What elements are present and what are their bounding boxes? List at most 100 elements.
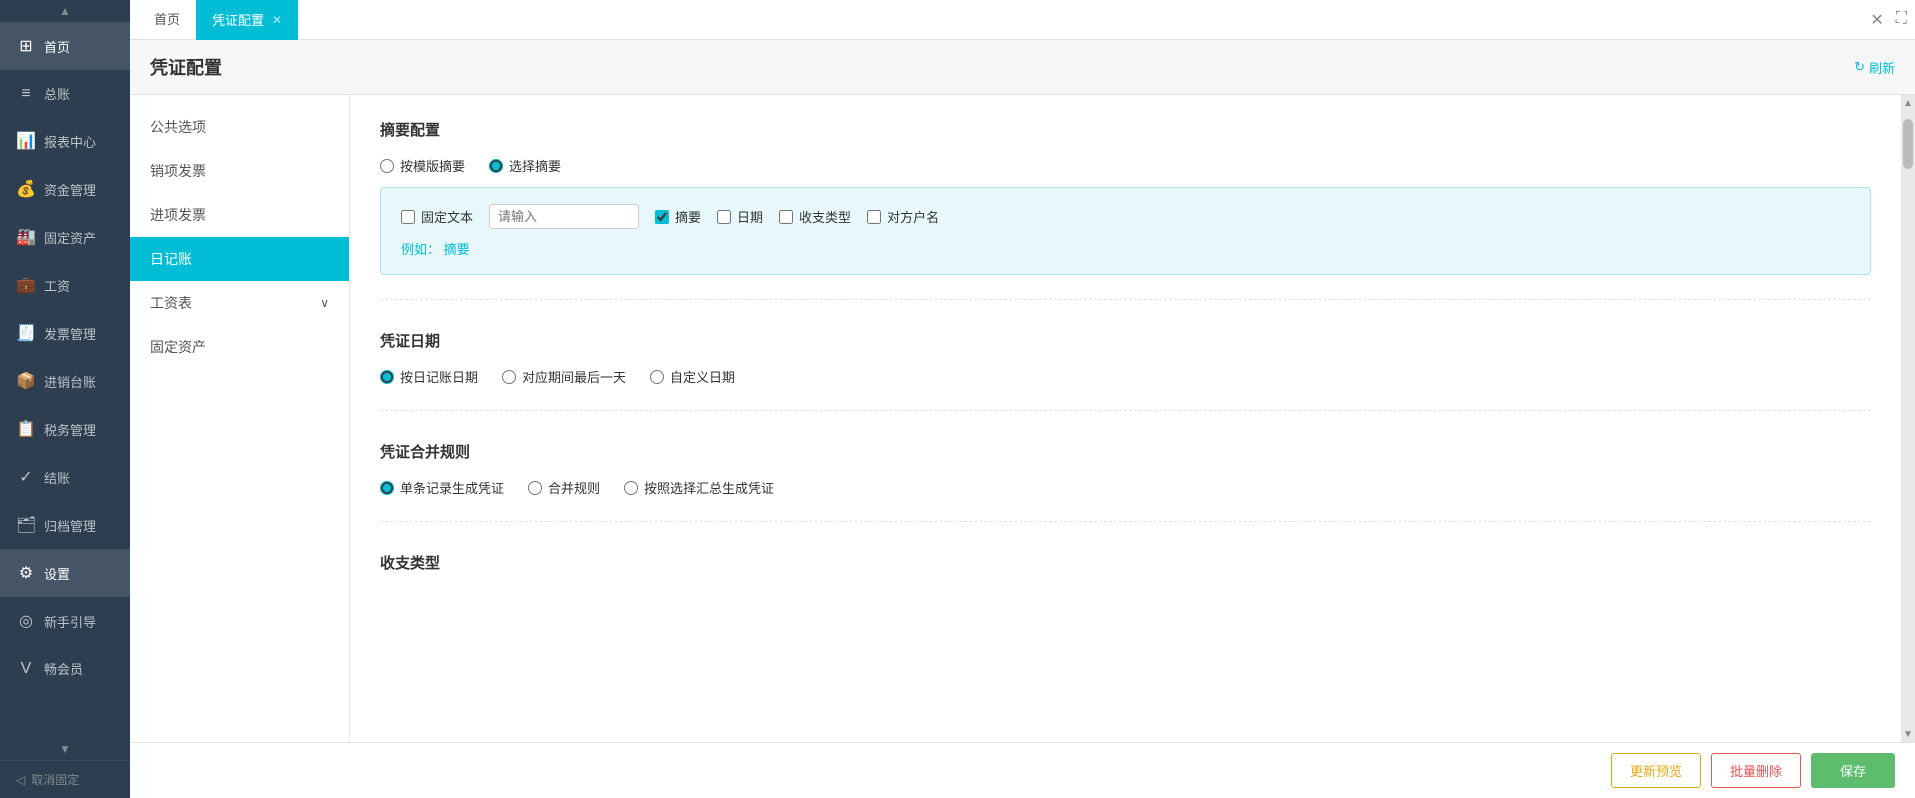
radio-custom-date[interactable]: 自定义日期 <box>650 367 735 386</box>
section-voucher-date-title: 凭证日期 <box>380 330 1871 351</box>
tab-close-icon[interactable]: ✕ <box>272 13 282 27</box>
radio-merge-rule-label: 合并规则 <box>548 478 600 497</box>
sidebar-scroll-up[interactable]: ▲ <box>0 0 130 22</box>
sidebar-item-label: 税务管理 <box>44 420 96 439</box>
outer-scrollbar[interactable]: ▲ ▼ <box>1901 95 1915 742</box>
radio-select-summary[interactable]: 选择摘要 <box>489 156 561 175</box>
reports-icon: 📊 <box>16 131 36 151</box>
radio-last-day[interactable]: 对应期间最后一天 <box>502 367 626 386</box>
tab-home-label: 首页 <box>154 9 180 28</box>
radio-custom-date-input[interactable] <box>650 370 664 384</box>
sidebar-item-archive[interactable]: 🗂 归档管理 <box>0 501 130 549</box>
sidebar-item-label: 归档管理 <box>44 516 96 535</box>
radio-merge-rule-input[interactable] <box>528 481 542 495</box>
sidebar-scroll-down[interactable]: ▼ <box>0 738 130 760</box>
radio-by-journal-date-label: 按日记账日期 <box>400 367 478 386</box>
sidebar-item-funds[interactable]: 💰 资金管理 <box>0 165 130 213</box>
scroll-up-btn[interactable]: ▲ <box>1901 95 1915 111</box>
unpin-icon: ◁ <box>16 773 25 787</box>
left-nav-sales-label: 销项发票 <box>150 161 206 181</box>
radio-select-input[interactable] <box>489 159 503 173</box>
left-nav-purchase-invoice[interactable]: 进项发票 <box>130 193 349 237</box>
settings-icon: ⚙ <box>16 563 36 583</box>
radio-template-label: 按模版摘要 <box>400 156 465 175</box>
scroll-down-btn[interactable]: ▼ <box>1901 726 1915 742</box>
checkbox-fixed-text-input[interactable] <box>401 210 415 224</box>
bottom-bar: 更新预览 批量删除 保存 <box>130 742 1915 798</box>
checkbox-counterpart-input[interactable] <box>867 210 881 224</box>
settle-icon: ✓ <box>16 467 36 487</box>
sidebar-item-purchase[interactable]: 📦 进销台账 <box>0 357 130 405</box>
radio-merge-rule[interactable]: 合并规则 <box>528 478 600 497</box>
save-button[interactable]: 保存 <box>1811 753 1895 788</box>
checkbox-income-type[interactable]: 收支类型 <box>779 207 851 226</box>
checkbox-income-type-input[interactable] <box>779 210 793 224</box>
right-content: 摘要配置 按模版摘要 选择摘要 <box>350 95 1901 742</box>
left-nav: 公共选项 销项发票 进项发票 日记账 工资表 ∨ 固定资产 <box>130 95 350 742</box>
tab-voucher-config-label: 凭证配置 <box>212 10 264 29</box>
ledger-icon: ≡ <box>16 85 36 103</box>
sidebar-item-settle[interactable]: ✓ 结账 <box>0 453 130 501</box>
left-nav-fixed-assets[interactable]: 固定资产 <box>130 325 349 369</box>
update-preview-button[interactable]: 更新预览 <box>1611 753 1701 788</box>
assets-icon: 🏭 <box>16 227 36 247</box>
sidebar-item-settings[interactable]: ⚙ 设置 <box>0 549 130 597</box>
invoice-icon: 🧾 <box>16 323 36 343</box>
tab-voucher-config[interactable]: 凭证配置 ✕ <box>196 0 298 40</box>
left-nav-journal-label: 日记账 <box>150 249 192 269</box>
section-income-type: 收支类型 <box>380 552 1871 613</box>
checkbox-date-input[interactable] <box>717 210 731 224</box>
tax-icon: 📋 <box>16 419 36 439</box>
example-text: 例如： 摘要 <box>401 239 1850 258</box>
tab-home[interactable]: 首页 <box>138 0 196 40</box>
tab-right-icons: ✕ ⛶ <box>1870 10 1907 30</box>
sidebar-item-ledger[interactable]: ≡ 总账 <box>0 70 130 117</box>
sidebar-item-guide[interactable]: ◎ 新手引导 <box>0 597 130 645</box>
radio-select-label: 选择摘要 <box>509 156 561 175</box>
sidebar-item-label: 设置 <box>44 564 70 583</box>
checkbox-date[interactable]: 日期 <box>717 207 763 226</box>
window-close-icon[interactable]: ✕ <box>1870 10 1883 30</box>
refresh-label: 刷新 <box>1869 58 1895 77</box>
checkbox-fixed-text-label: 固定文本 <box>421 207 473 226</box>
sidebar-item-assets[interactable]: 🏭 固定资产 <box>0 213 130 261</box>
checkbox-fixed-text[interactable]: 固定文本 <box>401 207 473 226</box>
left-nav-journal[interactable]: 日记账 <box>130 237 349 281</box>
radio-last-day-input[interactable] <box>502 370 516 384</box>
sidebar-item-invoice[interactable]: 🧾 发票管理 <box>0 309 130 357</box>
sidebar-item-label: 结账 <box>44 468 70 487</box>
checkbox-counterpart[interactable]: 对方户名 <box>867 207 939 226</box>
radio-single[interactable]: 单条记录生成凭证 <box>380 478 504 497</box>
sidebar-item-label: 资金管理 <box>44 180 96 199</box>
batch-delete-button[interactable]: 批量删除 <box>1711 753 1801 788</box>
section-summary-title: 摘要配置 <box>380 119 1871 140</box>
radio-by-journal-date-input[interactable] <box>380 370 394 384</box>
left-nav-common[interactable]: 公共选项 <box>130 105 349 149</box>
sidebar-item-tax[interactable]: 📋 税务管理 <box>0 405 130 453</box>
salary-icon: 💼 <box>16 275 36 295</box>
funds-icon: 💰 <box>16 179 36 199</box>
radio-template-input[interactable] <box>380 159 394 173</box>
radio-template-summary[interactable]: 按模版摘要 <box>380 156 465 175</box>
checkbox-summary[interactable]: 摘要 <box>655 207 701 226</box>
checkbox-summary-input[interactable] <box>655 210 669 224</box>
left-nav-payroll[interactable]: 工资表 ∨ <box>130 281 349 325</box>
refresh-button[interactable]: ↻ 刷新 <box>1854 58 1895 77</box>
scroll-thumb[interactable] <box>1903 119 1913 169</box>
sidebar-item-salary[interactable]: 💼 工资 <box>0 261 130 309</box>
radio-by-selection[interactable]: 按照选择汇总生成凭证 <box>624 478 774 497</box>
sidebar-item-home[interactable]: ⊞ 首页 <box>0 22 130 70</box>
radio-by-selection-input[interactable] <box>624 481 638 495</box>
home-icon: ⊞ <box>16 36 36 56</box>
radio-by-journal-date[interactable]: 按日记账日期 <box>380 367 478 386</box>
radio-single-input[interactable] <box>380 481 394 495</box>
sidebar-unpin[interactable]: ◁ 取消固定 <box>0 760 130 798</box>
sidebar-item-member[interactable]: V 畅会员 <box>0 645 130 692</box>
sidebar-item-label: 进销台账 <box>44 372 96 391</box>
fixed-text-input[interactable] <box>489 204 639 229</box>
left-nav-common-label: 公共选项 <box>150 117 206 137</box>
summary-checkbox-row: 固定文本 摘要 日期 <box>401 204 1850 229</box>
window-maximize-icon[interactable]: ⛶ <box>1896 10 1907 30</box>
sidebar-item-reports[interactable]: 📊 报表中心 <box>0 117 130 165</box>
left-nav-sales-invoice[interactable]: 销项发票 <box>130 149 349 193</box>
